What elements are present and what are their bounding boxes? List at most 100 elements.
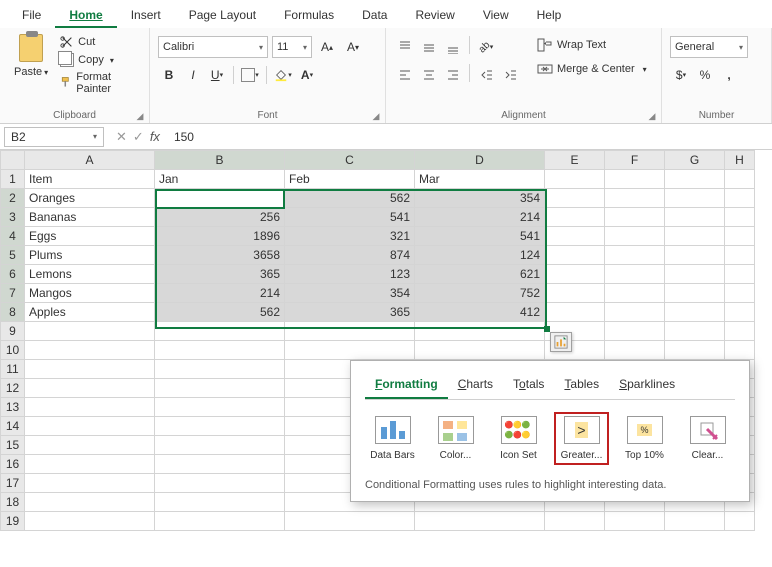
cell[interactable] [155,398,285,417]
cell[interactable] [25,398,155,417]
cancel-formula-button[interactable]: ✕ [116,129,127,145]
cell[interactable]: Lemons [25,265,155,284]
align-center-button[interactable] [418,64,440,86]
cell[interactable]: Bananas [25,208,155,227]
cell[interactable] [25,360,155,379]
cell[interactable] [545,303,605,322]
cell[interactable] [155,436,285,455]
borders-button[interactable]: ▾ [239,64,261,86]
cell[interactable] [25,379,155,398]
cell[interactable] [285,341,415,360]
cell[interactable]: 321 [285,227,415,246]
cell[interactable] [605,284,665,303]
col-header-h[interactable]: H [725,151,755,170]
menu-insert[interactable]: Insert [117,4,175,28]
alignment-launcher[interactable]: ◢ [647,111,657,121]
cell[interactable] [545,208,605,227]
row-header[interactable]: 18 [1,493,25,512]
cell[interactable] [665,322,725,341]
comma-button[interactable]: , [718,64,740,86]
cell[interactable]: Jan [155,170,285,189]
cell[interactable] [285,322,415,341]
bold-button[interactable]: B [158,64,180,86]
cell[interactable]: 412 [415,303,545,322]
increase-font-button[interactable]: A▴ [316,36,338,58]
cell[interactable] [605,246,665,265]
font-size-combo[interactable]: 11▾ [272,36,312,58]
cell[interactable]: 256 [155,208,285,227]
cell[interactable] [415,512,545,531]
clipboard-launcher[interactable]: ◢ [135,111,145,121]
cell[interactable] [415,341,545,360]
cell[interactable] [25,417,155,436]
col-header-e[interactable]: E [545,151,605,170]
cell[interactable] [155,417,285,436]
menu-home[interactable]: Home [55,4,116,28]
menu-file[interactable]: File [8,4,55,28]
row-header[interactable]: 12 [1,379,25,398]
cell[interactable] [725,208,755,227]
cell[interactable] [545,284,605,303]
cell[interactable] [605,170,665,189]
cell[interactable] [665,512,725,531]
cell[interactable] [605,227,665,246]
font-color-button[interactable]: A▾ [296,64,318,86]
merge-center-button[interactable]: Merge & Center▾ [531,60,653,78]
menu-page-layout[interactable]: Page Layout [175,4,270,28]
cell[interactable]: Oranges [25,189,155,208]
cut-button[interactable]: Cut [58,34,141,50]
cell[interactable] [545,265,605,284]
cell[interactable]: 214 [415,208,545,227]
menu-review[interactable]: Review [401,4,468,28]
cell[interactable] [25,455,155,474]
col-header-f[interactable]: F [605,151,665,170]
cell[interactable] [25,512,155,531]
cell[interactable]: 354 [285,284,415,303]
col-header-d[interactable]: D [415,151,545,170]
row-header[interactable]: 3 [1,208,25,227]
cell[interactable] [725,512,755,531]
row-header[interactable]: 8 [1,303,25,322]
cell[interactable] [605,341,665,360]
cell[interactable] [665,303,725,322]
col-header-c[interactable]: C [285,151,415,170]
row-header[interactable]: 13 [1,398,25,417]
row-header[interactable]: 9 [1,322,25,341]
cell[interactable]: 3658 [155,246,285,265]
cell[interactable]: 562 [285,189,415,208]
cell[interactable]: 1896 [155,227,285,246]
enter-formula-button[interactable]: ✓ [133,129,144,145]
align-right-button[interactable] [442,64,464,86]
accounting-button[interactable]: $▾ [670,64,692,86]
row-header[interactable]: 2 [1,189,25,208]
row-header[interactable]: 6 [1,265,25,284]
cell[interactable] [25,474,155,493]
cell[interactable] [665,265,725,284]
row-header[interactable]: 11 [1,360,25,379]
cell[interactable] [605,322,665,341]
cell[interactable] [605,512,665,531]
row-header[interactable]: 7 [1,284,25,303]
row-header[interactable]: 1 [1,170,25,189]
cell[interactable] [725,322,755,341]
align-middle-button[interactable] [418,36,440,58]
cell[interactable]: Mar [415,170,545,189]
cell[interactable] [155,341,285,360]
fx-button[interactable]: fx [150,129,160,145]
cell[interactable] [665,341,725,360]
cell[interactable]: 150 [155,189,285,208]
cell[interactable]: 365 [285,303,415,322]
cell[interactable] [605,265,665,284]
orientation-button[interactable]: ab▾ [475,36,497,58]
cell[interactable] [155,379,285,398]
row-header[interactable]: 15 [1,436,25,455]
format-painter-button[interactable]: Format Painter [58,70,141,96]
qa-option-data-bars[interactable]: Data Bars [365,412,420,465]
cell[interactable]: Eggs [25,227,155,246]
cell[interactable]: 621 [415,265,545,284]
cell[interactable] [725,284,755,303]
row-header[interactable]: 4 [1,227,25,246]
cell[interactable] [155,360,285,379]
cell[interactable]: 752 [415,284,545,303]
row-header[interactable]: 16 [1,455,25,474]
